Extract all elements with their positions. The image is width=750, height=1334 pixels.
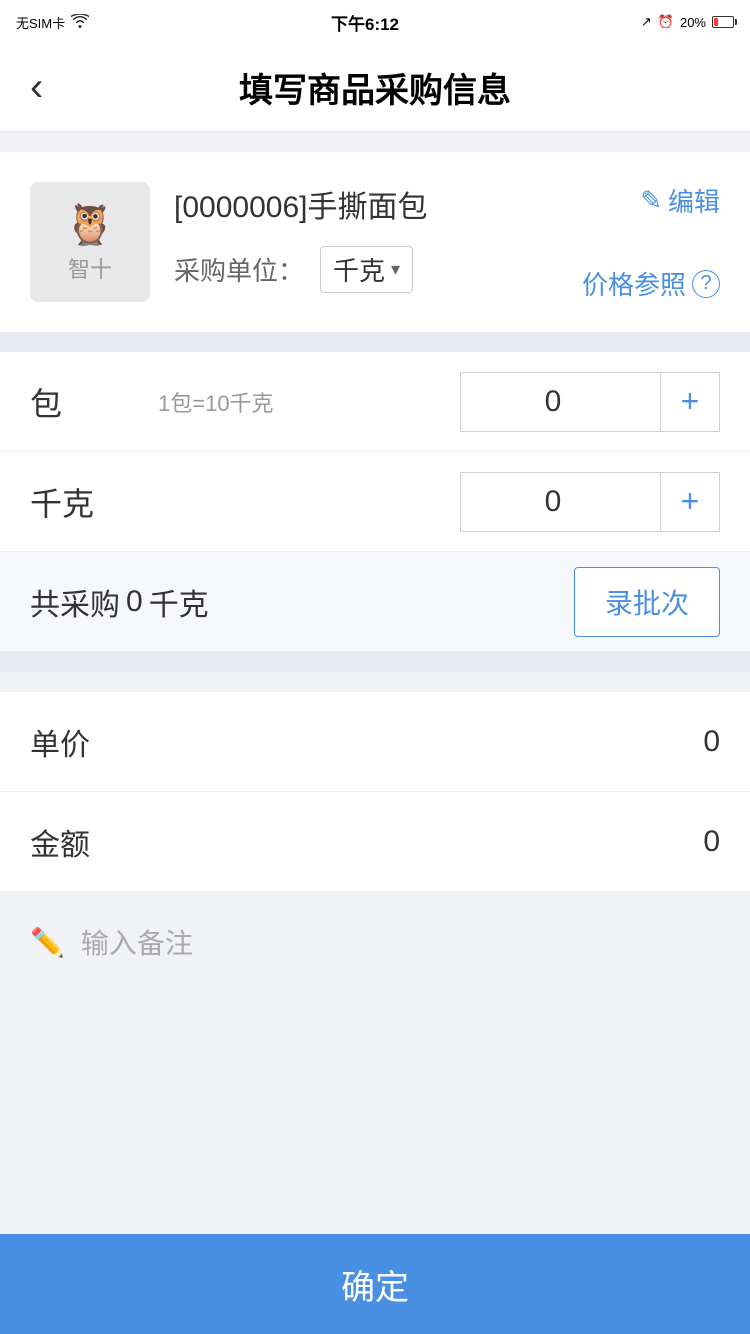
total-value: 0: [126, 585, 143, 619]
section-divider-2: [0, 652, 750, 672]
edit-label: 编辑: [668, 182, 720, 219]
kg-input[interactable]: [460, 472, 660, 532]
total-row: 共采购 0 千克 录批次: [0, 552, 750, 652]
unit-select[interactable]: 千克 ▾: [320, 246, 413, 293]
quantity-section: 包 1包=10千克 + 千克 +: [0, 352, 750, 552]
unit-price-label: 单价: [30, 720, 150, 764]
help-icon: ?: [692, 270, 720, 298]
status-bar: 无SIM卡 下午6:12 ↗ ⏰ 20%: [0, 0, 750, 44]
amount-label: 金额: [30, 820, 150, 864]
product-card: 🦉 智十 [0000006]手撕面包 采购单位： 千克 ▾ ✎ 编辑 价格参照 …: [0, 152, 750, 332]
product-image-label: 智十: [68, 252, 112, 284]
status-right: ↗ ⏰ 20%: [641, 14, 734, 30]
kg-label: 千克: [30, 479, 150, 525]
total-unit: 千克: [149, 580, 209, 624]
price-ref-button[interactable]: 价格参照 ?: [582, 265, 720, 302]
status-left: 无SIM卡: [16, 13, 89, 32]
dropdown-arrow-icon: ▾: [391, 259, 400, 280]
unit-label: 采购单位：: [174, 251, 304, 288]
product-image: 🦉 智十: [30, 182, 150, 302]
nav-bar: ‹ 填写商品采购信息: [0, 44, 750, 132]
bao-label: 包: [30, 379, 150, 425]
section-divider-1: [0, 332, 750, 352]
kg-plus-button[interactable]: +: [660, 472, 720, 532]
page-title: 填写商品采购信息: [239, 63, 511, 112]
kg-input-wrap: +: [460, 472, 720, 532]
notes-section[interactable]: ✏️ 输入备注: [0, 892, 750, 992]
bao-sub-label: 1包=10千克: [158, 386, 274, 418]
record-batch-button[interactable]: 录批次: [574, 567, 720, 637]
price-ref-label: 价格参照: [582, 265, 686, 302]
notes-placeholder: 输入备注: [81, 922, 193, 962]
amount-row: 金额 0: [0, 792, 750, 892]
amount-value: 0: [703, 825, 720, 859]
wifi-icon: [71, 14, 89, 31]
edit-icon: ✎: [640, 185, 662, 216]
bao-input[interactable]: [460, 372, 660, 432]
status-time: 下午6:12: [331, 10, 399, 35]
battery-icon: [712, 16, 734, 28]
unit-price-row: 单价 0: [0, 692, 750, 792]
pencil-icon: ✏️: [30, 926, 65, 959]
carrier-text: 无SIM卡: [16, 13, 65, 32]
alarm-icon: ⏰: [658, 14, 674, 30]
kg-quantity-row: 千克 +: [0, 452, 750, 552]
price-info-section: 单价 0 金额 0: [0, 692, 750, 892]
location-icon: ↗: [641, 14, 652, 30]
bao-quantity-row: 包 1包=10千克 +: [0, 352, 750, 452]
bao-plus-button[interactable]: +: [660, 372, 720, 432]
back-button[interactable]: ‹: [20, 55, 53, 120]
unit-price-value: 0: [703, 725, 720, 759]
bao-input-wrap: +: [460, 372, 720, 432]
total-prefix: 共采购: [30, 580, 120, 624]
unit-value: 千克: [333, 251, 385, 288]
product-owl-icon: 🦉: [65, 201, 115, 248]
edit-button[interactable]: ✎ 编辑: [640, 182, 720, 219]
battery-percentage: 20%: [680, 15, 706, 30]
product-name: [0000006]手撕面包: [174, 182, 720, 226]
confirm-button[interactable]: 确定: [0, 1234, 750, 1334]
